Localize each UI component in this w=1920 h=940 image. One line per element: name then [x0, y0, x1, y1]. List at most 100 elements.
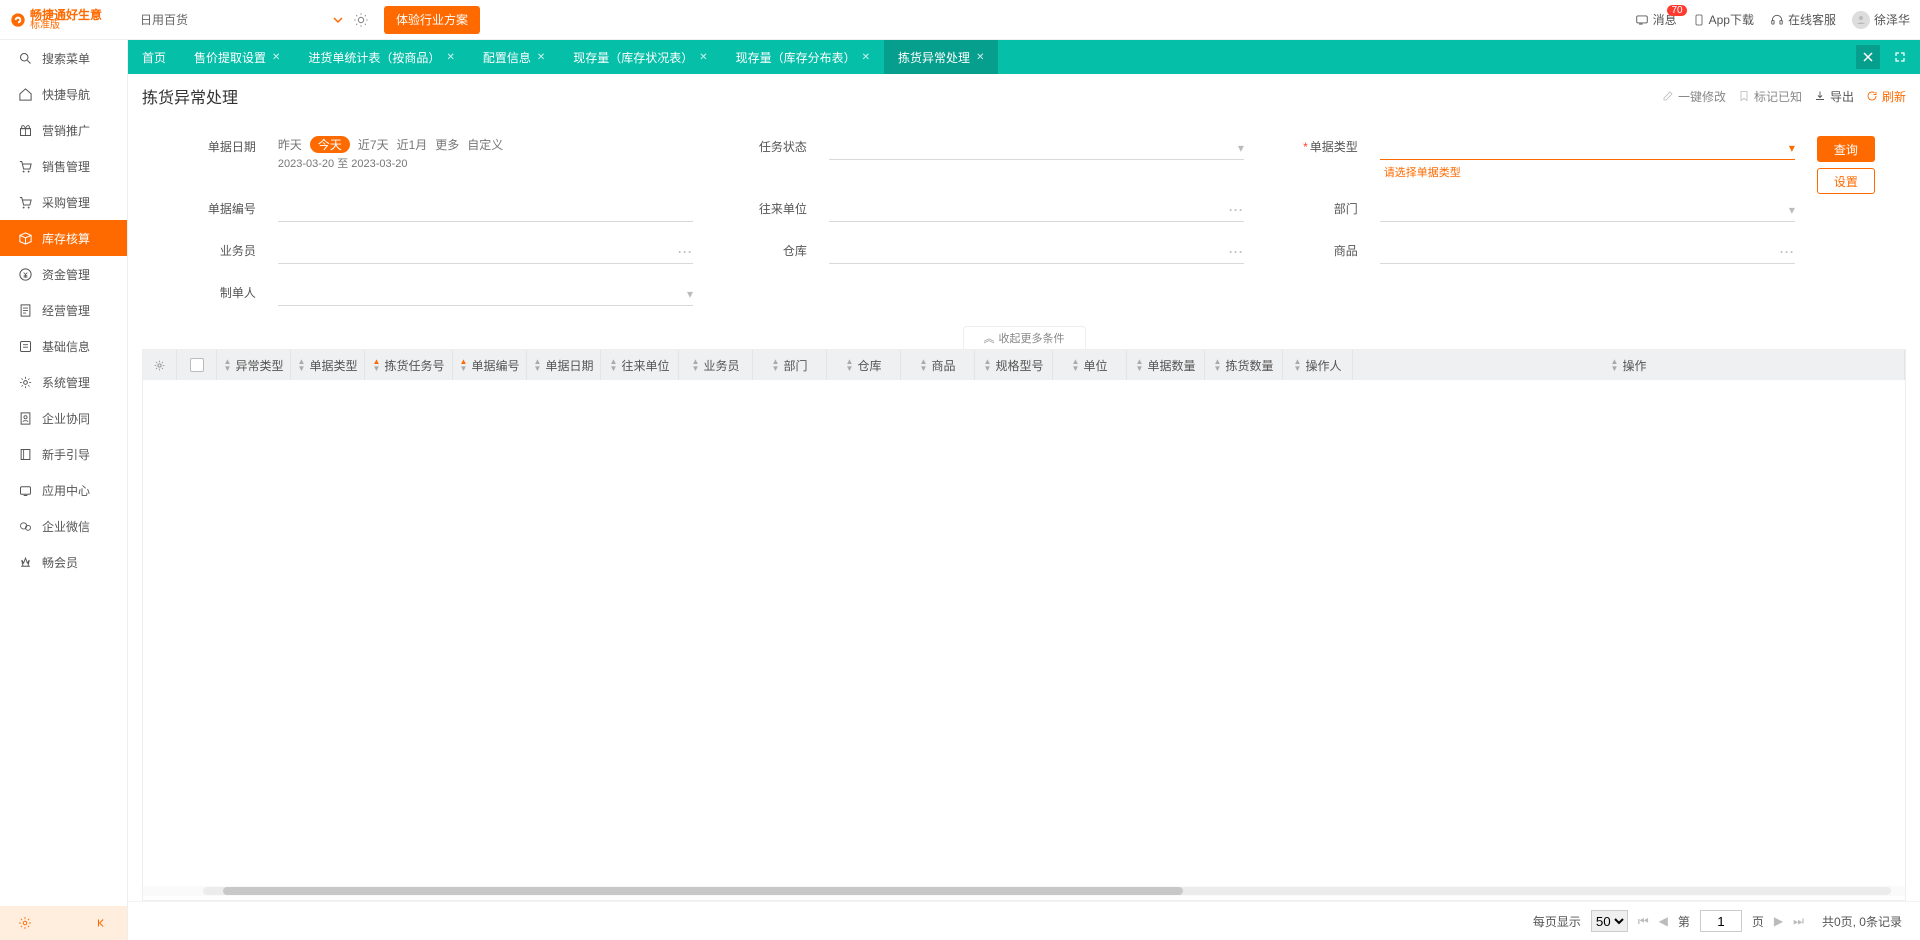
tab-3[interactable]: 配置信息✕ [469, 40, 559, 74]
sidebar-item-6[interactable]: 资金管理 [0, 256, 127, 292]
order-type-select[interactable]: ▾ [1380, 136, 1795, 160]
sidebar-item-8[interactable]: 基础信息 [0, 328, 127, 364]
user-menu[interactable]: 徐泽华 [1852, 11, 1910, 29]
close-icon[interactable]: ✕ [976, 52, 984, 63]
sidebar-item-5[interactable]: 库存核算 [0, 220, 127, 256]
app-download-link[interactable]: App下载 [1693, 11, 1754, 28]
top-gear-icon[interactable] [353, 12, 369, 28]
horizontal-scrollbar[interactable] [143, 886, 1905, 896]
partner-picker[interactable]: ··· [829, 198, 1244, 222]
creator-select[interactable]: ▾ [278, 282, 693, 306]
sidebar-item-7[interactable]: 经营管理 [0, 292, 127, 328]
sort-icon[interactable]: ▲▼ [1294, 358, 1302, 372]
column-header-9[interactable]: ▲▼部门 [753, 350, 827, 380]
sort-icon[interactable]: ▲▼ [534, 358, 542, 372]
sidebar-item-3[interactable]: 销售管理 [0, 148, 127, 184]
messages-link[interactable]: 消息 70 [1635, 11, 1677, 28]
sort-icon[interactable]: ▲▼ [460, 358, 468, 372]
close-all-tabs-icon[interactable] [1856, 45, 1880, 69]
staff-picker[interactable]: ··· [278, 240, 693, 264]
date-quick-1[interactable]: 今天 [310, 136, 350, 153]
sidebar-item-11[interactable]: 新手引导 [0, 436, 127, 472]
sort-icon[interactable]: ▲▼ [1072, 358, 1080, 372]
column-header-0[interactable] [143, 350, 177, 380]
tab-2[interactable]: 进货单统计表（按商品）✕ [294, 40, 468, 74]
refresh-button[interactable]: 刷新 [1866, 88, 1906, 105]
column-header-6[interactable]: ▲▼单据日期 [527, 350, 601, 380]
tab-1[interactable]: 售价提取设置✕ [180, 40, 294, 74]
sidebar-item-14[interactable]: 畅会员 [0, 544, 127, 580]
per-page-select[interactable]: 50 [1591, 910, 1628, 932]
sort-icon[interactable]: ▲▼ [846, 358, 854, 372]
sidebar-item-1[interactable]: 快捷导航 [0, 76, 127, 112]
next-page-button[interactable]: ▶ [1774, 914, 1783, 928]
date-quick-0[interactable]: 昨天 [278, 136, 302, 153]
sidebar-item-9[interactable]: 系统管理 [0, 364, 127, 400]
sidebar-item-10[interactable]: 企业协同 [0, 400, 127, 436]
sidebar-item-13[interactable]: 企业微信 [0, 508, 127, 544]
column-header-1[interactable] [177, 350, 217, 380]
prev-page-button[interactable]: ◀ [1659, 914, 1668, 928]
product-picker[interactable]: ··· [1380, 240, 1795, 264]
tab-0[interactable]: 首页 [128, 40, 180, 74]
fullscreen-icon[interactable] [1888, 45, 1912, 69]
close-icon[interactable]: ✕ [446, 52, 454, 63]
column-header-14[interactable]: ▲▼单据数量 [1127, 350, 1205, 380]
column-header-11[interactable]: ▲▼商品 [901, 350, 975, 380]
close-icon[interactable]: ✕ [537, 52, 545, 63]
collapse-sidebar-icon[interactable] [95, 916, 109, 930]
sidebar-item-4[interactable]: 采购管理 [0, 184, 127, 220]
date-quick-2[interactable]: 近7天 [358, 136, 389, 153]
task-state-select[interactable]: ▾ [829, 136, 1244, 160]
column-header-7[interactable]: ▲▼往来单位 [601, 350, 679, 380]
page-number-input[interactable] [1700, 910, 1742, 932]
batch-edit-button[interactable]: 一键修改 [1662, 88, 1726, 105]
select-all-checkbox[interactable] [190, 358, 204, 372]
date-quick-5[interactable]: 自定义 [467, 136, 503, 153]
sidebar-item-12[interactable]: 应用中心 [0, 472, 127, 508]
mark-known-button[interactable]: 标记已知 [1738, 88, 1802, 105]
date-quick-4[interactable]: 更多 [435, 136, 459, 153]
column-header-17[interactable]: ▲▼操作 [1353, 350, 1905, 380]
settings-gear-icon[interactable] [18, 916, 32, 930]
industry-selector[interactable]: 日用百货 [140, 11, 343, 28]
tab-5[interactable]: 现存量（库存分布表）✕ [722, 40, 884, 74]
sidebar-item-2[interactable]: 营销推广 [0, 112, 127, 148]
first-page-button[interactable]: ⏮ [1638, 914, 1649, 929]
order-no-input[interactable] [278, 198, 693, 222]
sort-icon[interactable]: ▲▼ [692, 358, 700, 372]
close-icon[interactable]: ✕ [862, 52, 870, 63]
column-header-16[interactable]: ▲▼操作人 [1283, 350, 1353, 380]
settings-button[interactable]: 设置 [1817, 168, 1875, 194]
tab-4[interactable]: 现存量（库存状况表）✕ [559, 40, 721, 74]
sort-icon[interactable]: ▲▼ [224, 358, 232, 372]
column-header-12[interactable]: ▲▼规格型号 [975, 350, 1053, 380]
sidebar-item-0[interactable]: 搜索菜单 [0, 40, 127, 76]
export-button[interactable]: 导出 [1814, 88, 1854, 105]
column-header-8[interactable]: ▲▼业务员 [679, 350, 753, 380]
table-settings-gear-icon[interactable] [153, 359, 166, 372]
sort-icon[interactable]: ▲▼ [610, 358, 618, 372]
sort-icon[interactable]: ▲▼ [984, 358, 992, 372]
last-page-button[interactable]: ⏭ [1793, 914, 1804, 929]
sort-icon[interactable]: ▲▼ [1136, 358, 1144, 372]
date-quick-3[interactable]: 近1月 [397, 136, 428, 153]
column-header-4[interactable]: ▲▼拣货任务号 [365, 350, 453, 380]
experience-plan-button[interactable]: 体验行业方案 [384, 6, 480, 34]
column-header-13[interactable]: ▲▼单位 [1053, 350, 1127, 380]
support-link[interactable]: 在线客服 [1770, 11, 1836, 28]
close-icon[interactable]: ✕ [699, 52, 707, 63]
column-header-10[interactable]: ▲▼仓库 [827, 350, 901, 380]
search-button[interactable]: 查询 [1817, 136, 1875, 162]
tab-6[interactable]: 拣货异常处理✕ [884, 40, 998, 74]
close-icon[interactable]: ✕ [272, 52, 280, 63]
column-header-5[interactable]: ▲▼单据编号 [453, 350, 527, 380]
column-header-15[interactable]: ▲▼拣货数量 [1205, 350, 1283, 380]
column-header-3[interactable]: ▲▼单据类型 [291, 350, 365, 380]
collapse-more-button[interactable]: ︽ 收起更多条件 [963, 326, 1086, 349]
sort-icon[interactable]: ▲▼ [1214, 358, 1222, 372]
sort-icon[interactable]: ▲▼ [920, 358, 928, 372]
sort-icon[interactable]: ▲▼ [298, 358, 306, 372]
column-header-2[interactable]: ▲▼异常类型 [217, 350, 291, 380]
dept-select[interactable]: ▾ [1380, 198, 1795, 222]
